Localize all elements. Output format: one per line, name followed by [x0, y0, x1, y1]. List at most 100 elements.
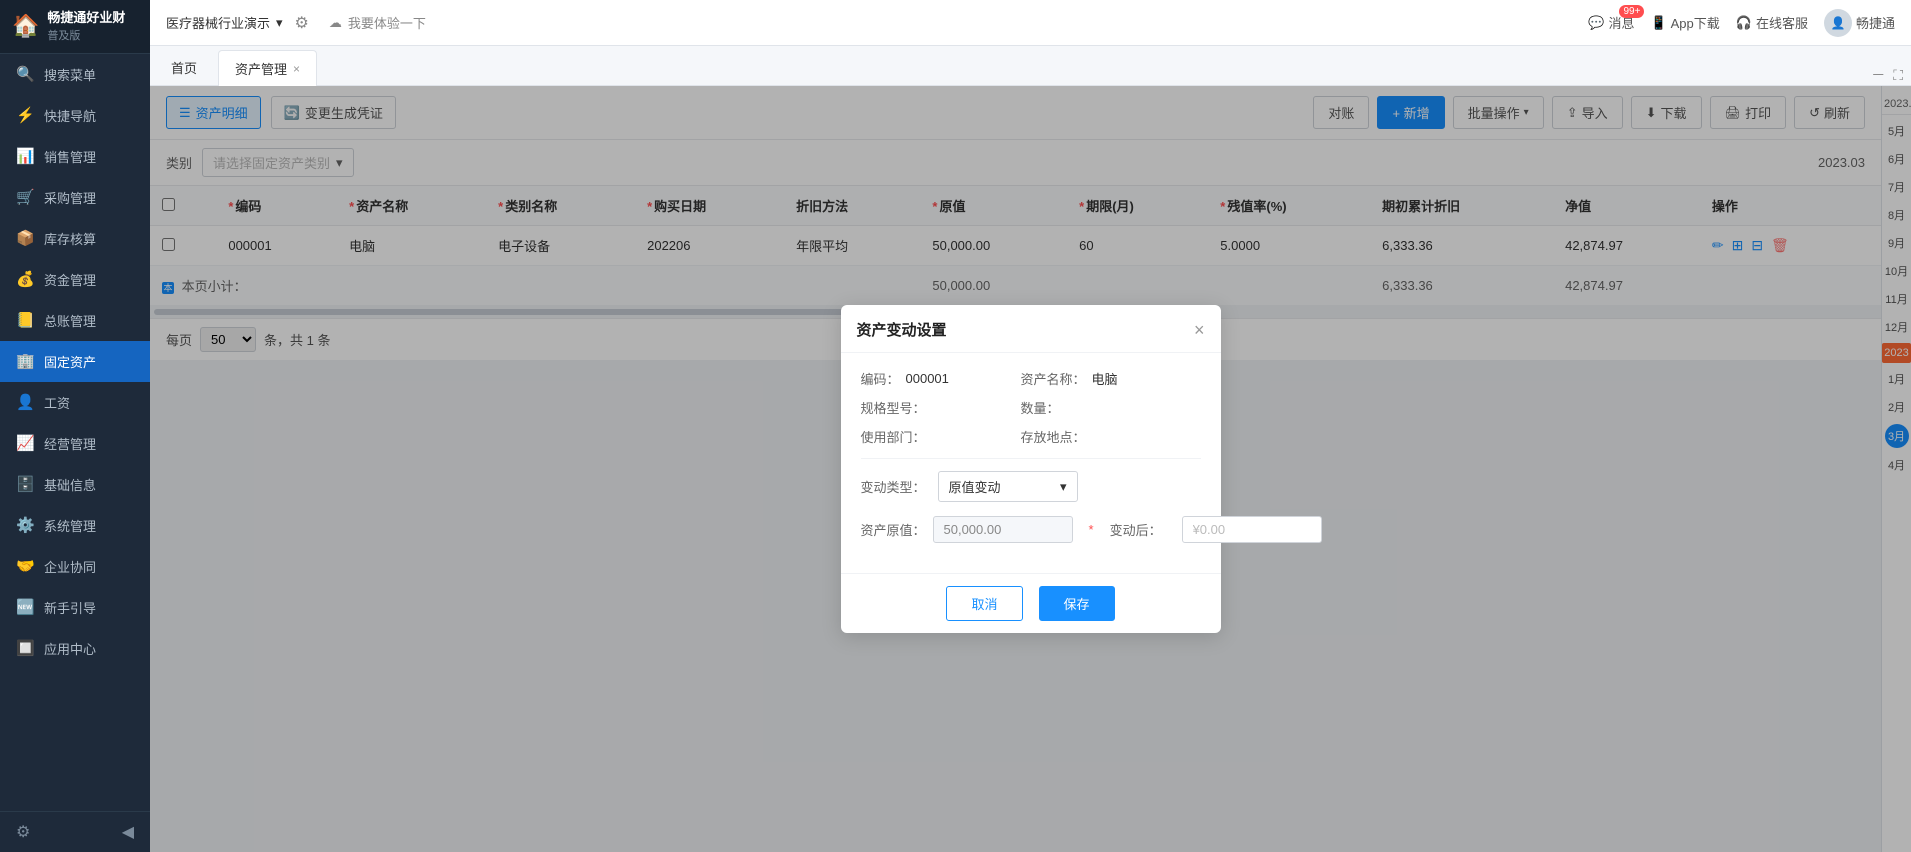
dialog-select-chevron: ▾ — [1060, 479, 1067, 495]
sidebar-item-system[interactable]: ⚙️ 系统管理 — [0, 505, 150, 546]
content-area: ☰ 资产明细 🔄 变更生成凭证 对账 + 新增 批量操作 ▾ — [150, 86, 1911, 852]
dialog-change-type-select[interactable]: 原值变动 ▾ — [938, 471, 1078, 502]
topbar-right: 💬 消息 99+ 📱 App下载 🎧 在线客服 👤 畅捷通 — [1588, 9, 1895, 37]
sidebar-label-apps: 应用中心 — [44, 639, 96, 658]
dialog-info-row3: 使用部门： 存放地点： — [861, 427, 1201, 446]
sidebar-label-system: 系统管理 — [44, 516, 96, 535]
experience-label: 我要体验一下 — [348, 13, 426, 32]
settings-icon[interactable]: ⚙ — [16, 822, 30, 842]
tab-asset[interactable]: 资产管理 × — [218, 50, 317, 86]
sidebar-item-sales[interactable]: 📊 销售管理 — [0, 136, 150, 177]
dialog-info-row1: 编码： 000001 资产名称： 电脑 — [861, 369, 1201, 388]
fixed-icon: 🏢 — [16, 352, 34, 370]
sidebar-label-operations: 经营管理 — [44, 434, 96, 453]
topbar-settings-icon[interactable]: ⚙ — [295, 13, 309, 33]
basic-icon: 🗄️ — [16, 475, 34, 493]
message-icon: 💬 — [1588, 15, 1604, 31]
app-download-label: App下载 — [1671, 13, 1720, 32]
required-star: * — [1089, 522, 1094, 537]
capital-icon: 💰 — [16, 270, 34, 288]
window-maximize-icon[interactable]: ⛶ — [1893, 67, 1903, 84]
app-download-btn[interactable]: 📱 App下载 — [1650, 13, 1719, 32]
cloud-icon: ☁ — [329, 15, 342, 31]
dialog-after-input[interactable] — [1182, 516, 1322, 543]
save-button[interactable]: 保存 — [1039, 586, 1115, 621]
purchase-icon: 🛒 — [16, 188, 34, 206]
tab-home[interactable]: 首页 — [150, 49, 218, 85]
sidebar-item-ledger[interactable]: 📒 总账管理 — [0, 300, 150, 341]
search-icon: 🔍 — [16, 65, 34, 83]
window-minimize-icon[interactable]: － — [1871, 65, 1885, 85]
sidebar-label-guide: 新手引导 — [44, 598, 96, 617]
dialog-original-label: 资产原值： — [861, 520, 921, 539]
tab-asset-label: 资产管理 — [235, 59, 287, 78]
sidebar-label-basic: 基础信息 — [44, 475, 96, 494]
dialog-close-btn[interactable]: × — [1194, 321, 1205, 339]
dialog-after-label: 变动后： — [1110, 520, 1170, 539]
username: 畅捷通 — [1856, 13, 1895, 32]
user-profile[interactable]: 👤 畅捷通 — [1824, 9, 1895, 37]
collapse-icon[interactable]: ◀ — [122, 822, 134, 842]
topbar: 医疗器械行业演示 ▾ ⚙ ☁ 我要体验一下 💬 消息 99+ 📱 App下载 🎧… — [150, 0, 1911, 46]
guide-icon: 🆕 — [16, 598, 34, 616]
dialog-divider — [861, 458, 1201, 459]
company-name: 医疗器械行业演示 — [166, 13, 270, 32]
dialog-spec-item: 规格型号： — [861, 398, 1001, 417]
salary-icon: 👤 — [16, 393, 34, 411]
dialog-info-row2: 规格型号： 数量： — [861, 398, 1201, 417]
tab-close-icon[interactable]: × — [293, 62, 300, 76]
sidebar-label-inventory: 库存核算 — [44, 229, 96, 248]
dialog-name-label: 资产名称： — [1021, 369, 1086, 388]
dialog-change-type-label: 变动类型： — [861, 477, 926, 496]
dialog-quantity-item: 数量： — [1021, 398, 1161, 417]
logo-subtext: 普及版 — [47, 27, 125, 43]
dialog-title: 资产变动设置 — [857, 319, 947, 340]
sidebar-item-guide[interactable]: 🆕 新手引导 — [0, 587, 150, 628]
dialog-location-item: 存放地点： — [1021, 427, 1161, 446]
sidebar-nav: 🔍 搜索菜单 ⚡ 快捷导航 📊 销售管理 🛒 采购管理 📦 库存核算 💰 资金管… — [0, 54, 150, 811]
dialog-name-value: 电脑 — [1092, 369, 1118, 388]
dialog-quantity-label: 数量： — [1021, 398, 1060, 417]
sidebar-item-basic[interactable]: 🗄️ 基础信息 — [0, 464, 150, 505]
sidebar-label-search: 搜索菜单 — [44, 65, 96, 84]
tabs-bar: 首页 资产管理 × － ⛶ — [150, 46, 1911, 86]
coop-icon: 🤝 — [16, 557, 34, 575]
cancel-button[interactable]: 取消 — [946, 586, 1022, 621]
sidebar-label-sales: 销售管理 — [44, 147, 96, 166]
dialog-code-value: 000001 — [906, 371, 949, 386]
main-content: 医疗器械行业演示 ▾ ⚙ ☁ 我要体验一下 💬 消息 99+ 📱 App下载 🎧… — [150, 0, 1911, 852]
dialog-dept-item: 使用部门： — [861, 427, 1001, 446]
sidebar-label-capital: 资金管理 — [44, 270, 96, 289]
ledger-icon: 📒 — [16, 311, 34, 329]
operations-icon: 📈 — [16, 434, 34, 452]
sidebar-item-purchase[interactable]: 🛒 采购管理 — [0, 177, 150, 218]
dialog-form-row1: 变动类型： 原值变动 ▾ — [861, 471, 1201, 502]
sidebar-item-search[interactable]: 🔍 搜索菜单 — [0, 54, 150, 95]
dialog-body: 编码： 000001 资产名称： 电脑 规格型号： — [841, 353, 1221, 573]
sidebar-label-salary: 工资 — [44, 393, 70, 412]
experience-btn[interactable]: ☁ 我要体验一下 — [329, 13, 426, 32]
dialog-code-item: 编码： 000001 — [861, 369, 1001, 388]
dialog-change-type-value: 原值变动 — [949, 477, 1001, 496]
company-switcher[interactable]: 医疗器械行业演示 ▾ — [166, 13, 283, 32]
sidebar-item-capital[interactable]: 💰 资金管理 — [0, 259, 150, 300]
sidebar-label-purchase: 采购管理 — [44, 188, 96, 207]
sidebar-item-operations[interactable]: 📈 经营管理 — [0, 423, 150, 464]
sidebar-item-coop[interactable]: 🤝 企业协同 — [0, 546, 150, 587]
download-icon: 📱 — [1650, 15, 1666, 31]
sidebar-item-quicknav[interactable]: ⚡ 快捷导航 — [0, 95, 150, 136]
service-btn[interactable]: 🎧 在线客服 — [1736, 13, 1808, 32]
sidebar-item-inventory[interactable]: 📦 库存核算 — [0, 218, 150, 259]
dialog-overlay: 资产变动设置 × 编码： 000001 资产名称： 电脑 — [150, 86, 1911, 852]
chevron-down-icon: ▾ — [276, 15, 283, 31]
messages-btn[interactable]: 💬 消息 99+ — [1588, 13, 1634, 32]
sidebar-logo: 🏠 畅捷通好业财 普及版 — [0, 0, 150, 54]
sidebar-item-salary[interactable]: 👤 工资 — [0, 382, 150, 423]
apps-icon: 🔲 — [16, 639, 34, 657]
sidebar-item-apps[interactable]: 🔲 应用中心 — [0, 628, 150, 669]
sidebar-footer: ⚙ ◀ — [0, 811, 150, 852]
avatar: 👤 — [1824, 9, 1852, 37]
sidebar-item-fixed[interactable]: 🏢 固定资产 — [0, 341, 150, 382]
dialog-footer: 取消 保存 — [841, 573, 1221, 633]
logo-text: 畅捷通好业财 — [47, 10, 125, 27]
